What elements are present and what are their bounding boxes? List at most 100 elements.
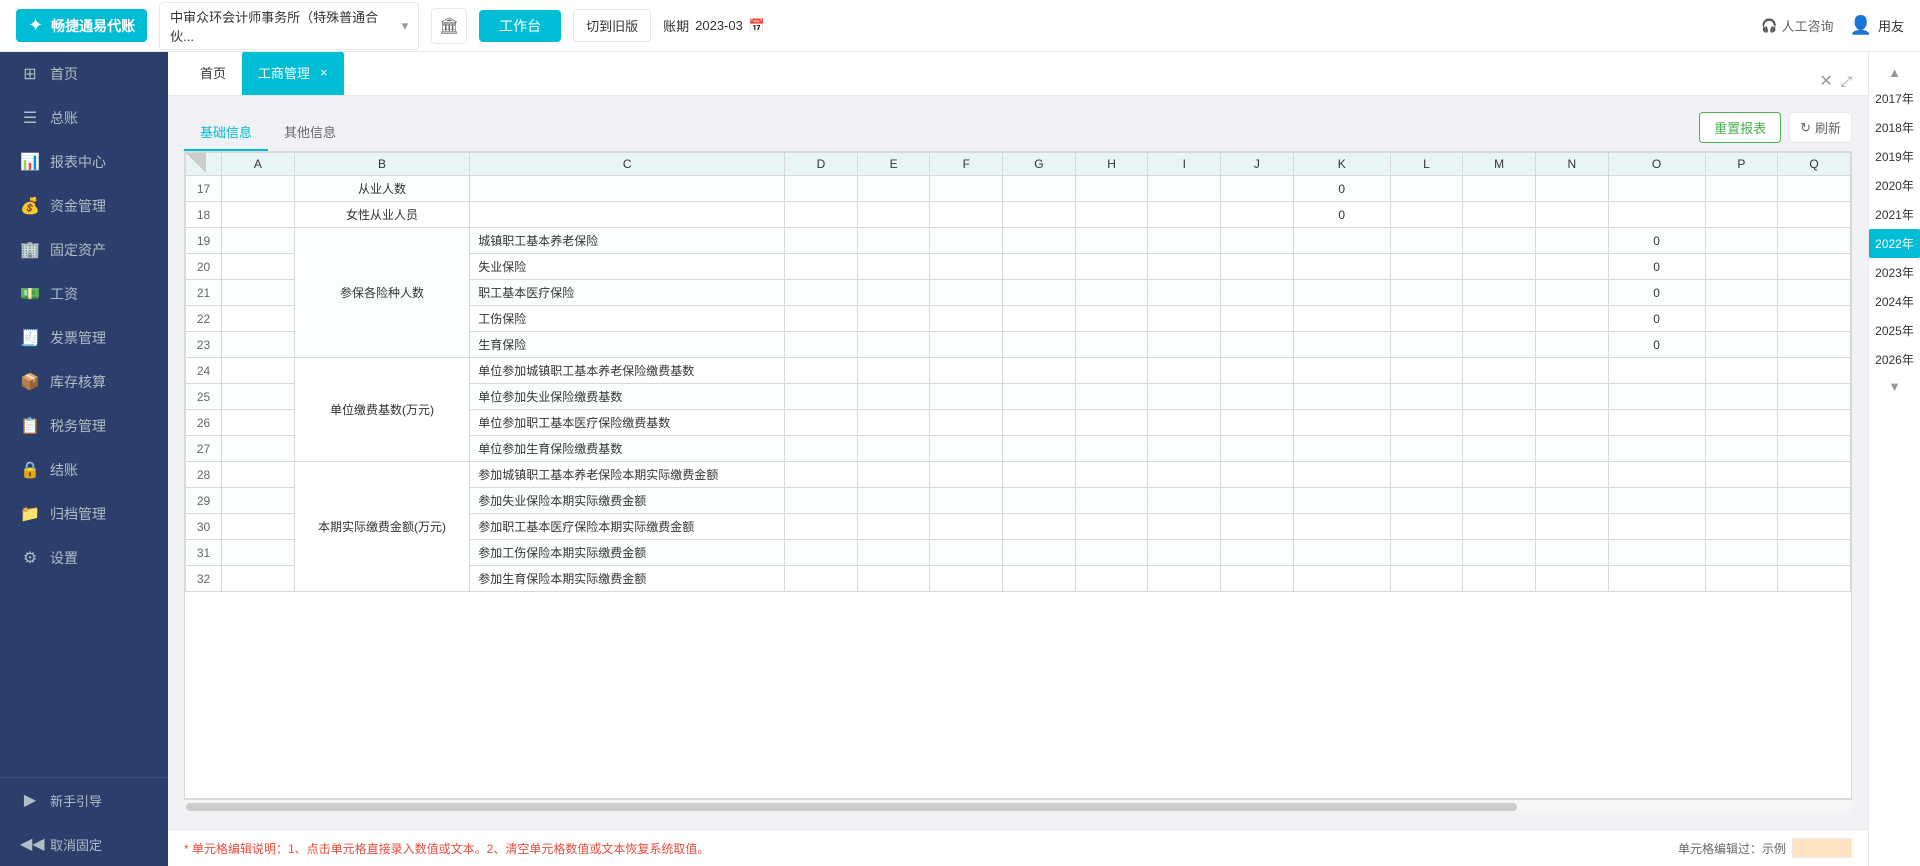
cell-23-d[interactable]: [785, 332, 858, 358]
cell-30-n[interactable]: [1535, 514, 1608, 540]
cell-22-i[interactable]: [1148, 306, 1221, 332]
cell-30-f[interactable]: [930, 514, 1003, 540]
cell-23-e[interactable]: [857, 332, 930, 358]
cell-30-q[interactable]: [1778, 514, 1851, 540]
cell-25-p[interactable]: [1705, 384, 1778, 410]
cell-28-j[interactable]: [1221, 462, 1294, 488]
cell-25-m[interactable]: [1463, 384, 1536, 410]
cell-23-q[interactable]: [1778, 332, 1851, 358]
cell-18-i[interactable]: [1148, 202, 1221, 228]
cell-20-k[interactable]: [1293, 254, 1390, 280]
tab-home[interactable]: 首页: [184, 52, 242, 95]
cell-18-n[interactable]: [1535, 202, 1608, 228]
cell-25-l[interactable]: [1390, 384, 1463, 410]
cell-32-f[interactable]: [930, 566, 1003, 592]
close-panel-icon[interactable]: ✕: [1819, 71, 1832, 91]
cell-17-c[interactable]: [470, 176, 785, 202]
sidebar-item-settings[interactable]: ⚙ 设置: [0, 536, 168, 580]
cell-19-b[interactable]: 参保各险种人数: [294, 228, 470, 358]
cell-31-f[interactable]: [930, 540, 1003, 566]
col-header-m[interactable]: M: [1463, 153, 1536, 176]
cell-31-n[interactable]: [1535, 540, 1608, 566]
cell-21-f[interactable]: [930, 280, 1003, 306]
cell-18-a[interactable]: [222, 202, 295, 228]
cell-28-h[interactable]: [1075, 462, 1148, 488]
col-header-p[interactable]: P: [1705, 153, 1778, 176]
year-item-2022[interactable]: 2022年: [1869, 229, 1920, 258]
cell-19-i[interactable]: [1148, 228, 1221, 254]
cell-18-k[interactable]: 0: [1293, 202, 1390, 228]
cell-18-l[interactable]: [1390, 202, 1463, 228]
cell-23-j[interactable]: [1221, 332, 1294, 358]
year-item-2019[interactable]: 2019年: [1869, 142, 1920, 171]
year-item-2020[interactable]: 2020年: [1869, 171, 1920, 200]
cell-31-a[interactable]: [222, 540, 295, 566]
cell-21-k[interactable]: [1293, 280, 1390, 306]
cell-31-i[interactable]: [1148, 540, 1221, 566]
cell-21-m[interactable]: [1463, 280, 1536, 306]
cell-18-c[interactable]: [470, 202, 785, 228]
cell-24-l[interactable]: [1390, 358, 1463, 384]
cell-28-m[interactable]: [1463, 462, 1536, 488]
cell-22-c[interactable]: 工伤保险: [470, 306, 785, 332]
cell-31-j[interactable]: [1221, 540, 1294, 566]
cell-27-j[interactable]: [1221, 436, 1294, 462]
cell-18-j[interactable]: [1221, 202, 1294, 228]
cell-28-i[interactable]: [1148, 462, 1221, 488]
cell-17-j[interactable]: [1221, 176, 1294, 202]
cell-29-k[interactable]: [1293, 488, 1390, 514]
year-item-2021[interactable]: 2021年: [1869, 200, 1920, 229]
cell-27-o[interactable]: [1608, 436, 1705, 462]
cell-29-o[interactable]: [1608, 488, 1705, 514]
cell-29-c[interactable]: 参加失业保险本期实际缴费金额: [470, 488, 785, 514]
col-header-c[interactable]: C: [470, 153, 785, 176]
cell-26-n[interactable]: [1535, 410, 1608, 436]
cell-24-q[interactable]: [1778, 358, 1851, 384]
cell-27-p[interactable]: [1705, 436, 1778, 462]
cell-17-h[interactable]: [1075, 176, 1148, 202]
cell-18-g[interactable]: [1003, 202, 1076, 228]
year-item-2026[interactable]: 2026年: [1869, 345, 1920, 374]
refresh-button[interactable]: ↻ 刷新: [1789, 112, 1852, 143]
cell-24-k[interactable]: [1293, 358, 1390, 384]
cell-20-n[interactable]: [1535, 254, 1608, 280]
calendar-icon[interactable]: 📅: [749, 18, 765, 34]
cell-20-c[interactable]: 失业保险: [470, 254, 785, 280]
cell-18-o[interactable]: [1608, 202, 1705, 228]
cell-28-k[interactable]: [1293, 462, 1390, 488]
cell-27-a[interactable]: [222, 436, 295, 462]
cell-32-o[interactable]: [1608, 566, 1705, 592]
cell-19-l[interactable]: [1390, 228, 1463, 254]
cell-21-l[interactable]: [1390, 280, 1463, 306]
cell-18-q[interactable]: [1778, 202, 1851, 228]
hscroll-bar[interactable]: [184, 799, 1852, 813]
cell-26-l[interactable]: [1390, 410, 1463, 436]
cell-26-d[interactable]: [785, 410, 858, 436]
col-header-n[interactable]: N: [1535, 153, 1608, 176]
cell-21-n[interactable]: [1535, 280, 1608, 306]
cell-29-a[interactable]: [222, 488, 295, 514]
cell-25-q[interactable]: [1778, 384, 1851, 410]
cell-17-m[interactable]: [1463, 176, 1536, 202]
cell-32-d[interactable]: [785, 566, 858, 592]
cell-21-p[interactable]: [1705, 280, 1778, 306]
cell-20-f[interactable]: [930, 254, 1003, 280]
cell-18-b[interactable]: 女性从业人员: [294, 202, 470, 228]
cell-28-c[interactable]: 参加城镇职工基本养老保险本期实际缴费金额: [470, 462, 785, 488]
cell-25-i[interactable]: [1148, 384, 1221, 410]
cell-20-g[interactable]: [1003, 254, 1076, 280]
cell-22-f[interactable]: [930, 306, 1003, 332]
cell-18-e[interactable]: [857, 202, 930, 228]
cell-27-n[interactable]: [1535, 436, 1608, 462]
cell-19-m[interactable]: [1463, 228, 1536, 254]
chevron-up-btn[interactable]: ▲: [1877, 60, 1913, 84]
sidebar-item-inventory[interactable]: 📦 库存核算: [0, 360, 168, 404]
cell-31-g[interactable]: [1003, 540, 1076, 566]
spreadsheet-container[interactable]: A B C D E F G H I J K L: [184, 151, 1852, 799]
cell-19-f[interactable]: [930, 228, 1003, 254]
cell-26-e[interactable]: [857, 410, 930, 436]
cell-28-b[interactable]: 本期实际缴费金额(万元): [294, 462, 470, 592]
cell-22-a[interactable]: [222, 306, 295, 332]
cell-22-g[interactable]: [1003, 306, 1076, 332]
cell-32-a[interactable]: [222, 566, 295, 592]
